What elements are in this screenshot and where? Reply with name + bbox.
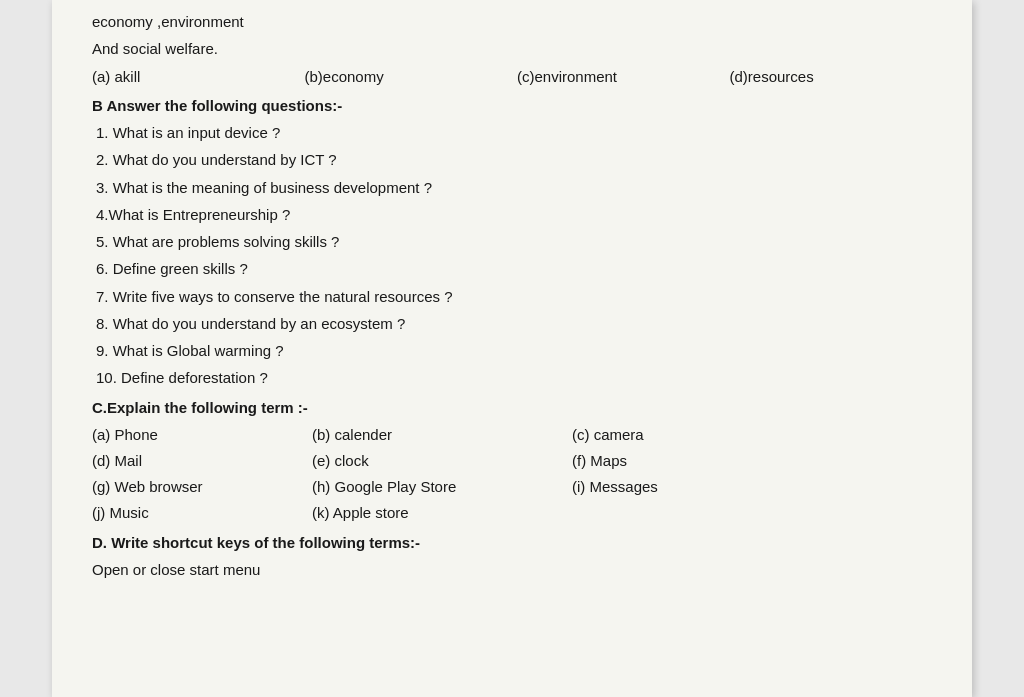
question-10: 10. Define deforestation ? [92,366,942,389]
item-web-browser: (g) Web browser [92,475,312,499]
item-clock: (e) clock [312,449,572,473]
section-c-heading: C.Explain the following term :- [92,396,942,419]
item-calender: (b) calender [312,423,572,447]
section-d: D. Write shortcut keys of the following … [92,531,942,582]
section-a-options: (a) akill (b)economy (c)environment (d)r… [92,65,942,88]
question-3: 3. What is the meaning of business devel… [92,176,942,199]
item-camera: (c) camera [572,423,852,447]
page-content: economy ,environment And social welfare.… [52,0,972,697]
question-7: 7. Write five ways to conserve the natur… [92,285,942,308]
option-d: (d)resources [730,65,943,88]
question-9: 9. What is Global warming ? [92,339,942,362]
item-messages: (i) Messages [572,475,852,499]
option-c: (c)environment [517,65,730,88]
header-line1: economy ,environment [92,10,942,33]
question-6: 6. Define green skills ? [92,257,942,280]
item-empty [572,501,852,525]
section-c-row3: (g) Web browser (h) Google Play Store (i… [92,475,942,499]
section-c-row1: (a) Phone (b) calender (c) camera [92,423,942,447]
header-line2: And social welfare. [92,37,942,60]
section-b-questions: 1. What is an input device ? 2. What do … [92,121,942,390]
item-mail: (d) Mail [92,449,312,473]
question-4: 4.What is Entrepreneurship ? [92,203,942,226]
question-2: 2. What do you understand by ICT ? [92,148,942,171]
item-phone: (a) Phone [92,423,312,447]
item-apple-store: (k) Apple store [312,501,572,525]
section-d-heading: D. Write shortcut keys of the following … [92,531,942,554]
item-maps: (f) Maps [572,449,852,473]
section-d-first-item: Open or close start menu [92,558,942,581]
option-a: (a) akill [92,65,305,88]
section-c-row4: (j) Music (k) Apple store [92,501,942,525]
question-1: 1. What is an input device ? [92,121,942,144]
item-music: (j) Music [92,501,312,525]
section-b-heading: B Answer the following questions:- [92,94,942,117]
question-5: 5. What are problems solving skills ? [92,230,942,253]
option-b: (b)economy [305,65,518,88]
item-google-play: (h) Google Play Store [312,475,572,499]
section-c-row2: (d) Mail (e) clock (f) Maps [92,449,942,473]
question-8: 8. What do you understand by an ecosyste… [92,312,942,335]
